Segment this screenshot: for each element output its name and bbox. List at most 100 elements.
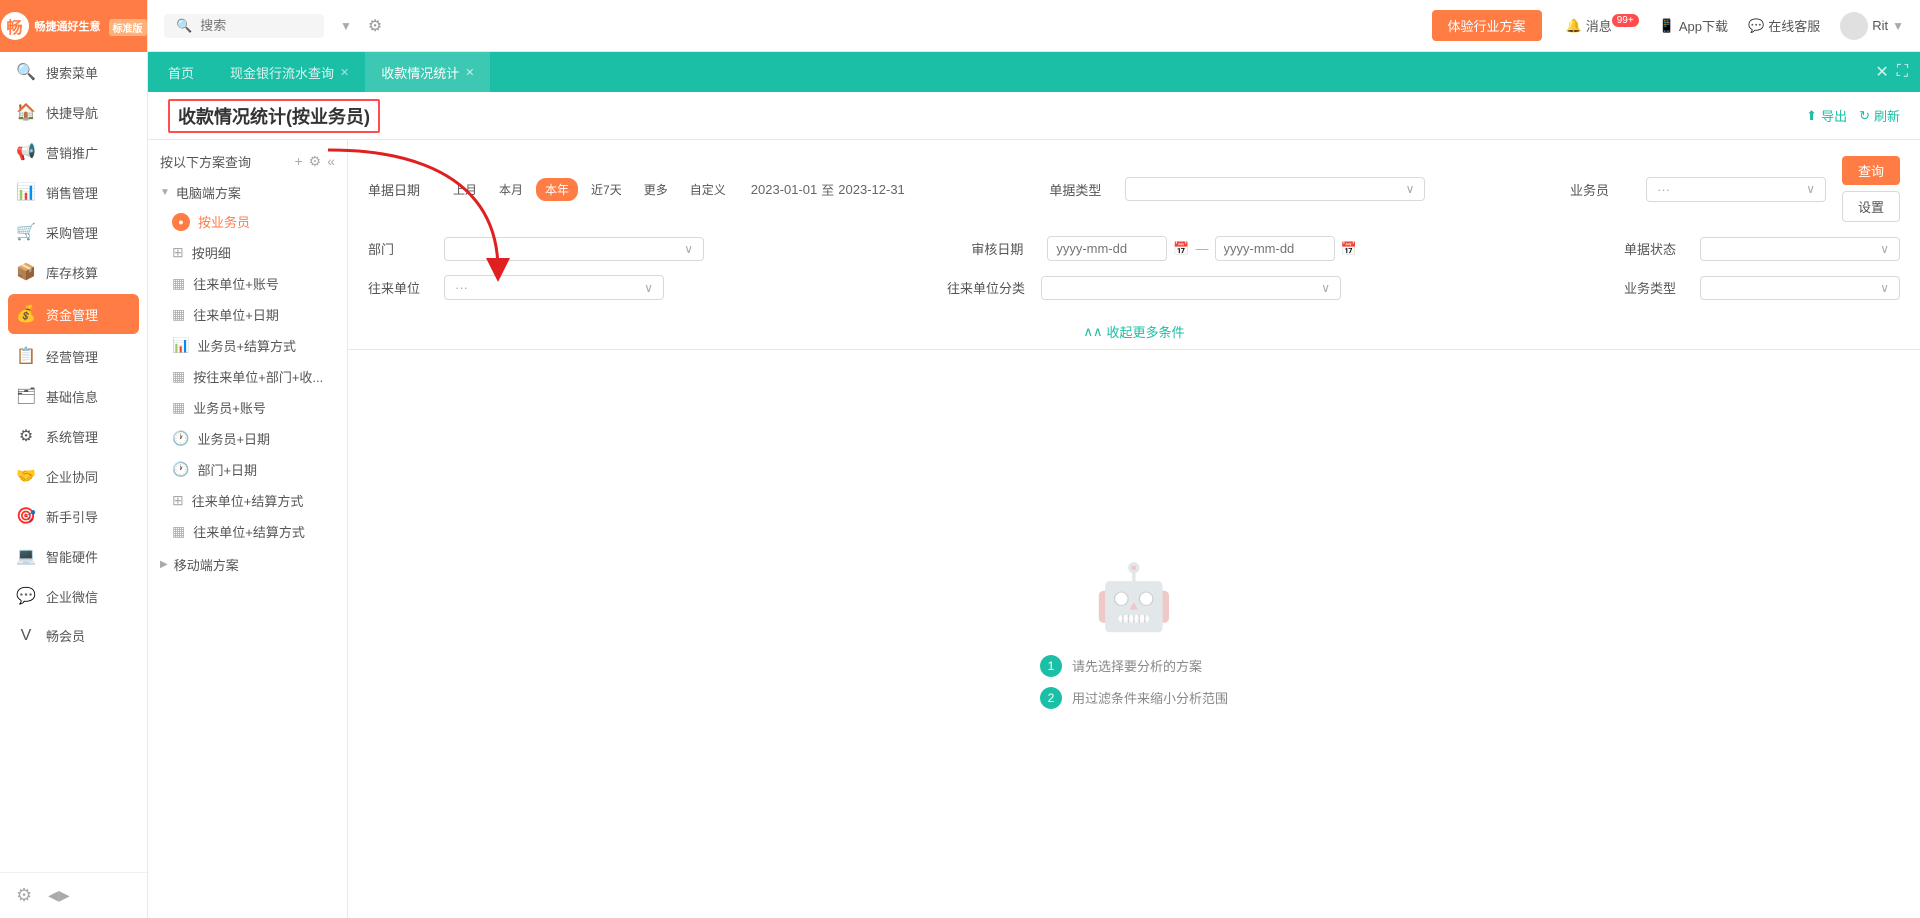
sidebar-settings-icon[interactable]: ⚙	[16, 885, 32, 906]
empty-illustration: 🤖	[1094, 560, 1174, 635]
page-title: 收款情况统计(按业务员)	[168, 99, 380, 133]
sidebar-item-finance[interactable]: 💰 资金管理	[8, 294, 139, 334]
scheme-item-by-detail[interactable]: ⊞ 按明细	[148, 237, 347, 268]
date-btn-this-month[interactable]: 本月	[490, 178, 532, 201]
voucher-status-label: 单据状态	[1624, 239, 1684, 258]
scheme-item-dept-date[interactable]: 🕐 部门+日期	[148, 454, 347, 485]
message-label: 消息	[1586, 16, 1612, 35]
refresh-button[interactable]: ↻ 刷新	[1859, 106, 1900, 125]
sidebar-collapse-icon[interactable]: ◀▶	[48, 887, 70, 904]
date-btn-more[interactable]: 更多	[635, 178, 677, 201]
date-btn-custom[interactable]: 自定义	[681, 178, 735, 201]
tab-collection-close-icon[interactable]: ✕	[465, 66, 474, 79]
query-buttons: 查询 设置	[1842, 156, 1900, 222]
business-type-select[interactable]: ∨	[1700, 276, 1900, 300]
messages-button[interactable]: 🔔 消息 99+	[1566, 16, 1639, 35]
add-scheme-icon[interactable]: +	[294, 153, 302, 170]
main-area: 🔍 ▼ ⚙ 体验行业方案 🔔 消息 99+ 📱 App下载 💬 在线客服 Rit	[148, 0, 1920, 918]
voucher-type-chevron-icon: ∨	[1406, 182, 1415, 196]
audit-date-start-input[interactable]	[1047, 236, 1167, 261]
sidebar-item-system[interactable]: ⚙ 系统管理	[0, 416, 147, 456]
date-btn-this-year[interactable]: 本年	[536, 178, 578, 201]
sidebar-bottom: ⚙ ◀▶	[0, 872, 147, 918]
scheme-item-supplier-dept[interactable]: ▦ 按往来单位+部门+收...	[148, 361, 347, 392]
topbar-caret-icon[interactable]: ▼	[340, 19, 352, 33]
user-menu[interactable]: Rit ▼	[1840, 12, 1904, 40]
online-service-button[interactable]: 💬 在线客服	[1748, 16, 1820, 35]
scheme-item-salesman-payment[interactable]: 📊 业务员+结算方式	[148, 330, 347, 361]
export-icon: ⬆	[1806, 108, 1817, 124]
app-download-button[interactable]: 📱 App下载	[1659, 16, 1728, 35]
scheme-dot-active-icon: ●	[172, 213, 190, 231]
query-button[interactable]: 查询	[1842, 156, 1900, 185]
scheme-item-label-1: 按明细	[192, 243, 231, 262]
tab-home-label: 首页	[168, 63, 194, 82]
filter-area: 单据日期 上月 本月 本年 近7天 更多 自定义 2023-01-01 至 20…	[348, 140, 1920, 350]
sidebar-item-member[interactable]: V 畅会员	[0, 616, 147, 655]
sidebar-item-hardware[interactable]: 💻 智能硬件	[0, 536, 147, 576]
sidebar-item-nav[interactable]: 🏠 快捷导航	[0, 92, 147, 132]
scheme-item-label-2: 往来单位+账号	[193, 274, 279, 293]
voucher-status-select[interactable]: ∨	[1700, 237, 1900, 261]
trial-button[interactable]: 体验行业方案	[1432, 10, 1542, 41]
scheme-item-supplier-payment2[interactable]: ▦ 往来单位+结算方式	[148, 516, 347, 547]
chevron-right-icon: ▶	[160, 559, 168, 570]
expand-window-icon[interactable]: ⛶	[1897, 63, 1908, 81]
sidebar-item-basic[interactable]: 🗂 基础信息	[0, 376, 147, 416]
dept-select[interactable]: ∨	[444, 237, 704, 261]
scheme-panel-title: 按以下方案查询	[160, 152, 251, 171]
sidebar-item-guide[interactable]: 🎯 新手引导	[0, 496, 147, 536]
sidebar-item-sales[interactable]: 📊 销售管理	[0, 172, 147, 212]
close-window-icon[interactable]: ✕	[1875, 62, 1888, 82]
date-btn-7days[interactable]: 近7天	[582, 178, 631, 201]
scheme-table-icon-10: ▦	[172, 523, 185, 540]
logo: 畅 畅捷通好生意 标准版	[0, 0, 147, 52]
salesman-select[interactable]: ··· ∨	[1646, 177, 1826, 202]
sidebar-item-search[interactable]: 🔍 搜索菜单	[0, 52, 147, 92]
tab-bank-close-icon[interactable]: ✕	[340, 66, 349, 79]
scheme-item-label-6: 业务员+账号	[193, 398, 266, 417]
topbar-actions: 🔔 消息 99+ 📱 App下载 💬 在线客服 Rit ▼	[1566, 12, 1904, 40]
tab-bank[interactable]: 现金银行流水查询 ✕	[214, 52, 365, 92]
sidebar-item-inventory[interactable]: 📦 库存核算	[0, 252, 147, 292]
voucher-type-select[interactable]: ∨	[1125, 177, 1425, 201]
settings-scheme-icon[interactable]: ⚙	[309, 153, 322, 170]
scheme-item-label-3: 往来单位+日期	[193, 305, 279, 324]
topbar-gear-icon[interactable]: ⚙	[368, 16, 382, 36]
scheme-item-supplier-account[interactable]: ▦ 往来单位+账号	[148, 268, 347, 299]
scheme-clock-icon-8: 🕐	[172, 461, 189, 478]
scheme-item-supplier-payment1[interactable]: ⊞ 往来单位+结算方式	[148, 485, 347, 516]
calendar-end-icon[interactable]: 📅	[1341, 241, 1357, 257]
ellipsis-icon: ···	[1657, 182, 1670, 197]
guide-icon: 🎯	[16, 506, 36, 526]
search-input[interactable]	[200, 18, 300, 33]
collapse-bar[interactable]: ∧∧ 收起更多条件	[368, 314, 1900, 349]
settings-button[interactable]: 设置	[1842, 191, 1900, 222]
calendar-start-icon[interactable]: 📅	[1173, 241, 1189, 257]
tab-bank-label: 现金银行流水查询	[230, 63, 334, 82]
topbar-search[interactable]: 🔍	[164, 14, 324, 38]
sidebar-item-wechat[interactable]: 💬 企业微信	[0, 576, 147, 616]
scheme-group-desktop-title[interactable]: ▼ 电脑端方案	[148, 179, 347, 206]
scheme-item-by-salesman[interactable]: ● 按业务员	[148, 206, 347, 237]
system-icon: ⚙	[16, 426, 36, 446]
sidebar-label-purchase: 采购管理	[46, 223, 98, 242]
tab-home[interactable]: 首页	[148, 52, 214, 92]
scheme-item-salesman-account[interactable]: ▦ 业务员+账号	[148, 392, 347, 423]
export-button[interactable]: ⬆ 导出	[1806, 106, 1847, 125]
sidebar-label-operation: 经营管理	[46, 347, 98, 366]
counterpart-dots-icon: ···	[455, 280, 468, 295]
audit-date-end-input[interactable]	[1215, 236, 1335, 261]
counterpart-select[interactable]: ··· ∨	[444, 275, 664, 300]
scheme-item-salesman-date[interactable]: 🕐 业务员+日期	[148, 423, 347, 454]
scheme-group-mobile-title[interactable]: ▶ 移动端方案	[148, 551, 347, 578]
sidebar-item-marketing[interactable]: 📢 营销推广	[0, 132, 147, 172]
collapse-scheme-icon[interactable]: «	[327, 153, 335, 170]
counterpart-type-select[interactable]: ∨	[1041, 276, 1341, 300]
sidebar-item-corp[interactable]: 🤝 企业协同	[0, 456, 147, 496]
scheme-item-supplier-date[interactable]: ▦ 往来单位+日期	[148, 299, 347, 330]
date-btn-last-month[interactable]: 上月	[444, 178, 486, 201]
sidebar-item-operation[interactable]: 📋 经营管理	[0, 336, 147, 376]
sidebar-item-purchase[interactable]: 🛒 采购管理	[0, 212, 147, 252]
tab-collection[interactable]: 收款情况统计 ✕	[365, 52, 490, 92]
